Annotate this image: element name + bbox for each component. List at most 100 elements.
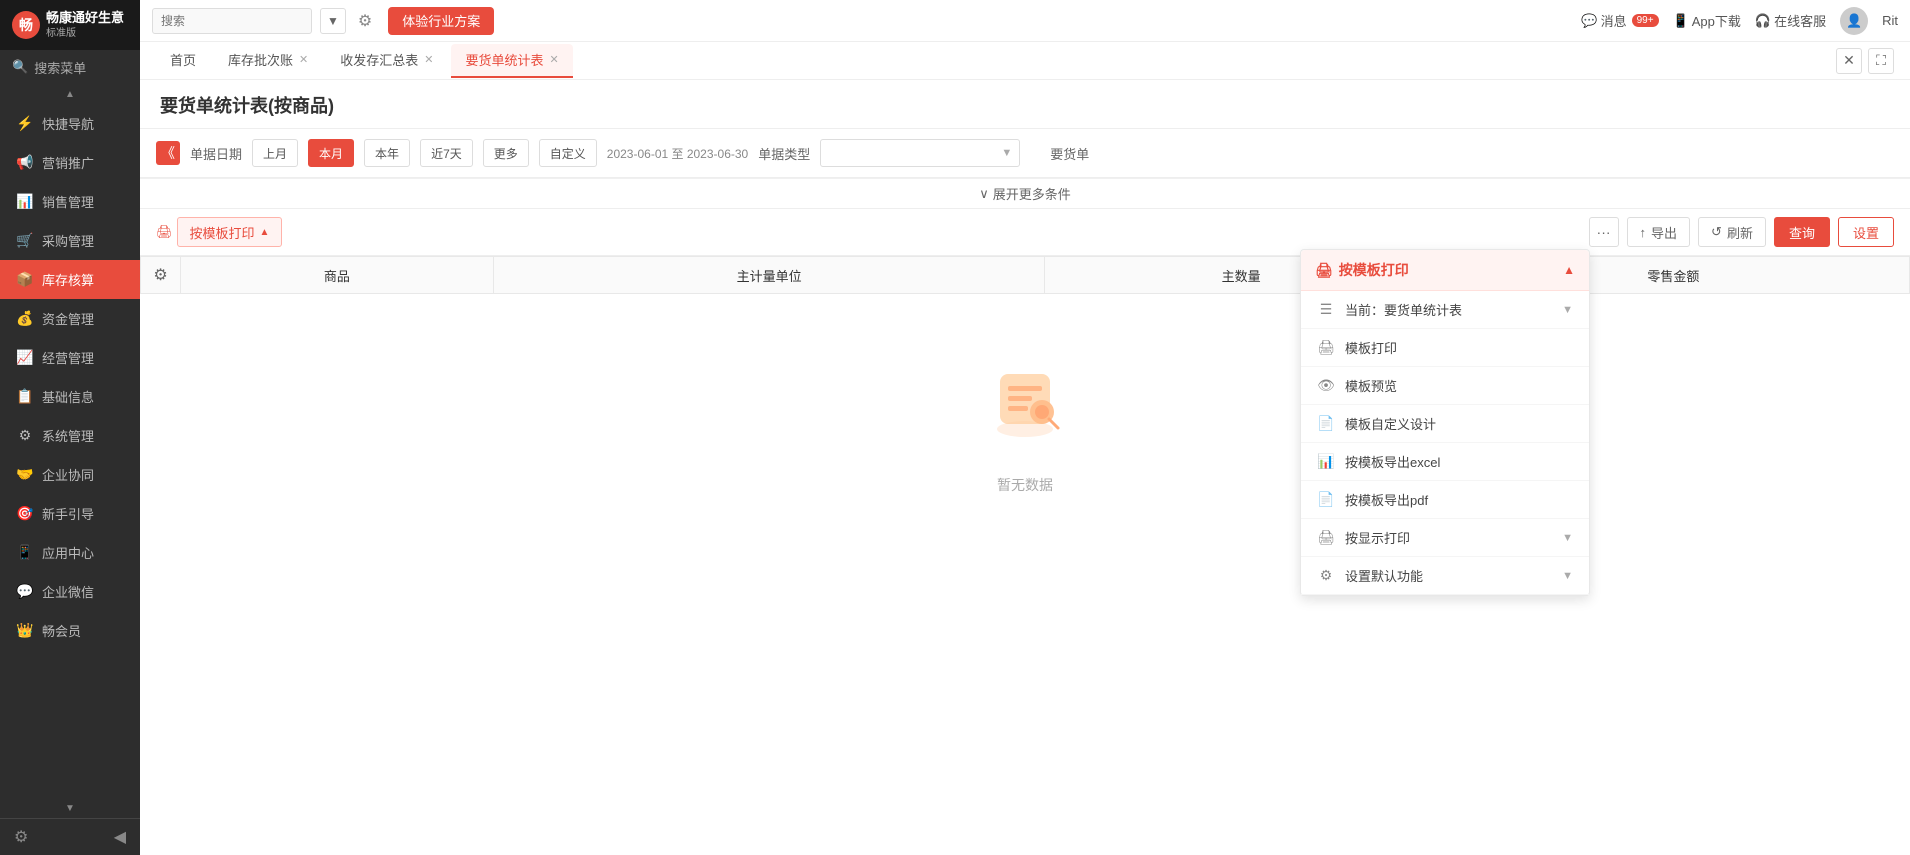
sidebar-item-purchase[interactable]: 🛒 采购管理 [0,221,140,260]
quick-nav-icon: ⚡ [16,115,34,132]
sidebar-item-basic[interactable]: 📋 基础信息 [0,377,140,416]
sidebar-item-label: 快捷导航 [42,114,94,133]
print-panel-display-print[interactable]: 🖨 按显示打印 ▼ [1301,519,1589,557]
sidebar-item-label: 库存核算 [42,270,94,289]
date-7days-btn[interactable]: 近7天 [420,139,473,167]
search-menu[interactable]: 🔍 搜索菜单 [0,50,140,85]
refresh-icon: ↺ [1711,224,1722,240]
enterprise-icon: 🤝 [16,466,34,483]
tab-close-batch-ledger[interactable]: ✕ [299,53,308,66]
sidebar-item-appstore[interactable]: 📱 应用中心 [0,533,140,572]
settings-gear-icon[interactable]: ⚙ [358,11,372,31]
message-btn[interactable]: 💬 消息 99+ [1581,11,1658,30]
sidebar-item-label: 企业协同 [42,465,94,484]
sidebar-item-finance[interactable]: 💰 资金管理 [0,299,140,338]
print-dropdown-btn[interactable]: 按模板打印 ▲ [177,217,283,247]
sidebar-item-label: 系统管理 [42,426,94,445]
print-panel-export-excel[interactable]: 📊 按模板导出excel [1301,443,1589,481]
refresh-btn[interactable]: ↺ 刷新 [1698,217,1766,247]
column-settings-icon[interactable]: ⚙ [153,267,167,284]
tab-batch-ledger[interactable]: 库存批次账 ✕ [214,44,322,78]
search-icon: 🔍 [12,59,28,75]
print-panel-current-item[interactable]: ☰ 当前：要货单统计表 ▼ [1301,291,1589,329]
export-excel-icon: 📊 [1317,453,1335,470]
type-label: 单据类型 [758,144,810,163]
trial-btn[interactable]: 体验行业方案 [388,7,494,35]
expand-more-btn[interactable]: ∨ 展开更多条件 [140,178,1910,208]
date-this-month-btn[interactable]: 本月 [308,139,354,167]
export-pdf-icon: 📄 [1317,491,1335,508]
download-icon: 📱 [1673,13,1689,29]
settings-footer-icon[interactable]: ⚙ [14,827,28,847]
type-select[interactable] [820,139,1020,167]
print-icon: 🖨 [156,224,173,240]
tab-collection-summary[interactable]: 收发存汇总表 ✕ [326,44,447,78]
app-version: 标准版 [46,27,124,40]
print-panel-template-print[interactable]: 🖨 模板打印 [1301,329,1589,367]
tab-close-collection-summary[interactable]: ✕ [424,53,433,66]
search-input[interactable] [152,8,312,34]
more-options-btn[interactable]: ··· [1589,217,1619,247]
sidebar-item-member[interactable]: 👑 畅会员 [0,611,140,650]
tab-close-order-stats[interactable]: ✕ [550,53,559,66]
sidebar-item-quick-nav[interactable]: ⚡ 快捷导航 [0,104,140,143]
tab-home[interactable]: 首页 [156,44,210,78]
sidebar: 畅 畅康通好生意 标准版 🔍 搜索菜单 ▲ ⚡ 快捷导航 📢 营销推广 📊 销售… [0,0,140,855]
sidebar-item-label: 企业微信 [42,582,94,601]
main-area: ▼ ⚙ 体验行业方案 💬 消息 99+ 📱 App下载 🎧 在线客服 👤 Rit… [140,0,1910,855]
print-panel-title: 🖨 按模板打印 [1315,260,1409,280]
app-logo: 畅 畅康通好生意 标准版 [0,0,140,50]
user-avatar[interactable]: 👤 [1840,7,1868,35]
sidebar-nav: ⚡ 快捷导航 📢 营销推广 📊 销售管理 🛒 采购管理 📦 库存核算 💰 资金管… [0,104,140,799]
print-panel-default-settings[interactable]: ⚙ 设置默认功能 ▼ [1301,557,1589,595]
app-download-btn[interactable]: 📱 App下载 [1673,11,1741,30]
online-service-btn[interactable]: 🎧 在线客服 [1755,11,1826,30]
tabs-close-all-btn[interactable]: ✕ [1836,48,1862,74]
print-panel-template-custom[interactable]: 📄 模板自定义设计 [1301,405,1589,443]
search-dropdown-btn[interactable]: ▼ [320,8,346,34]
query-btn[interactable]: 查询 [1774,217,1830,247]
settings-btn[interactable]: 设置 [1838,217,1894,247]
expand-more-icon: ∨ [979,186,989,202]
topbar-right: 💬 消息 99+ 📱 App下载 🎧 在线客服 👤 Rit [1581,7,1898,35]
system-icon: ⚙ [16,427,34,444]
sidebar-item-wechat[interactable]: 💬 企业微信 [0,572,140,611]
page-content: 要货单统计表(按商品) 《 单据日期 上月 本月 本年 近7天 更多 自定义 2… [140,80,1910,855]
sidebar-item-label: 资金管理 [42,309,94,328]
date-last-month-btn[interactable]: 上月 [252,139,298,167]
scroll-down-btn[interactable]: ▼ [0,799,140,818]
collapse-icon[interactable]: ◀ [114,827,126,847]
sidebar-item-sales[interactable]: 📊 销售管理 [0,182,140,221]
display-print-icon: 🖨 [1317,529,1335,546]
filter-bar: 《 单据日期 上月 本月 本年 近7天 更多 自定义 2023-06-01 至 … [140,129,1910,178]
date-custom-btn[interactable]: 自定义 [539,139,597,167]
finance-icon: 💰 [16,310,34,327]
display-print-arrow-icon: ▼ [1562,532,1573,544]
app-name: 畅康通好生意 [46,10,124,27]
sidebar-item-label: 基础信息 [42,387,94,406]
logo-icon: 畅 [12,11,40,39]
export-btn[interactable]: ↑ 导出 [1627,217,1691,247]
basic-icon: 📋 [16,388,34,405]
sidebar-item-inventory[interactable]: 📦 库存核算 [0,260,140,299]
empty-text: 暂无数据 [997,475,1053,495]
toolbar: 🖨 按模板打印 ▲ ··· ↑ 导出 ↺ 刷新 查询 设置 [140,209,1910,256]
page-header: 要货单统计表(按商品) [140,80,1910,129]
sidebar-item-marketing[interactable]: 📢 营销推广 [0,143,140,182]
username[interactable]: Rit [1882,13,1898,28]
tab-order-stats[interactable]: 要货单统计表 ✕ [451,44,572,78]
date-this-year-btn[interactable]: 本年 [364,139,410,167]
sidebar-item-system[interactable]: ⚙ 系统管理 [0,416,140,455]
date-more-btn[interactable]: 更多 [483,139,529,167]
scroll-up-btn[interactable]: ▲ [0,85,140,104]
current-template-icon: ☰ [1317,301,1335,318]
default-settings-arrow-icon: ▼ [1562,570,1573,582]
filter-expand-btn[interactable]: 《 [156,141,180,165]
topbar: ▼ ⚙ 体验行业方案 💬 消息 99+ 📱 App下载 🎧 在线客服 👤 Rit [140,0,1910,42]
sidebar-item-operations[interactable]: 📈 经营管理 [0,338,140,377]
print-panel-template-preview[interactable]: 👁 模板预览 [1301,367,1589,405]
sidebar-item-enterprise[interactable]: 🤝 企业协同 [0,455,140,494]
print-panel-export-pdf[interactable]: 📄 按模板导出pdf [1301,481,1589,519]
tabs-expand-btn[interactable]: ⛶ [1868,48,1894,74]
sidebar-item-newbie[interactable]: 🎯 新手引导 [0,494,140,533]
